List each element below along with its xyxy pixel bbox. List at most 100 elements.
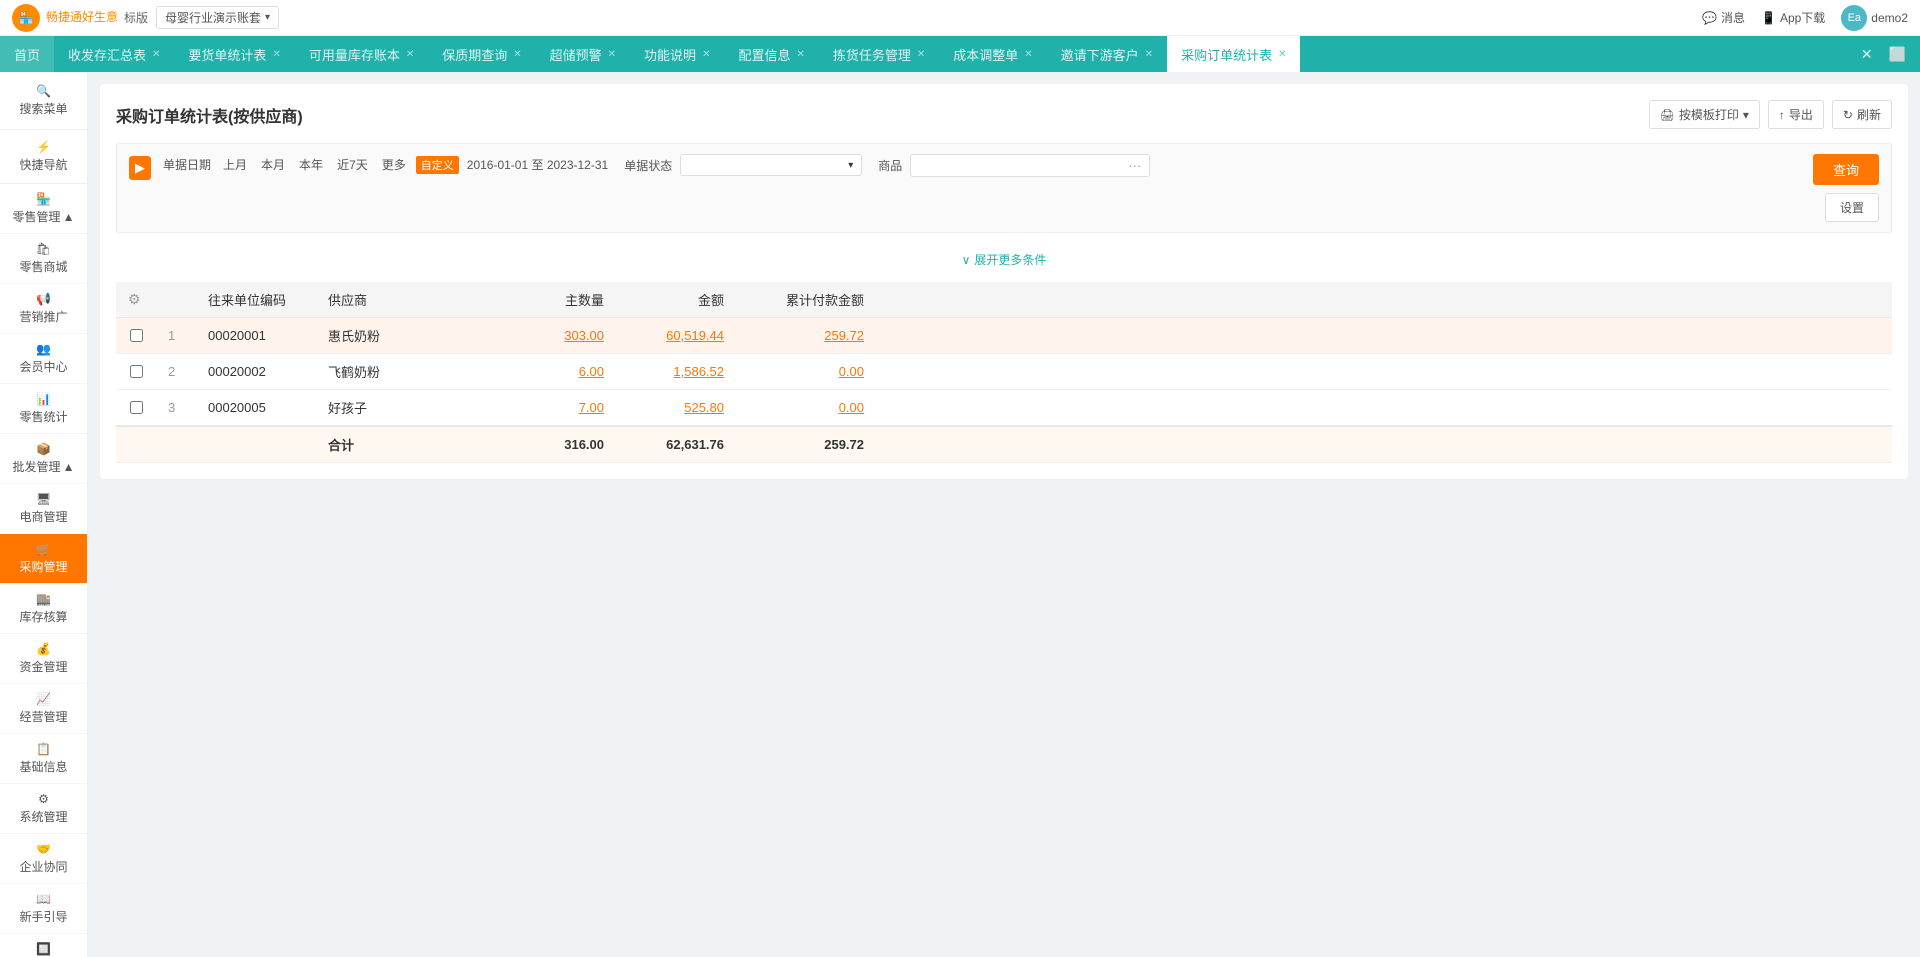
sidebar-search-btn[interactable]: 🔍 搜索菜单	[6, 80, 81, 121]
tab-baozhi[interactable]: 保质期查询 ✕	[428, 36, 535, 72]
row-qty-link-2[interactable]: 7.00	[579, 400, 604, 415]
close-tab-btn[interactable]: ✕	[1855, 44, 1879, 65]
sidebar-item-lingshoutongji[interactable]: 📊 零售统计	[0, 384, 87, 434]
sidebar-item-pifaguanli[interactable]: 📦 批发管理 ▲	[0, 434, 87, 484]
qiyexietong-icon: 🤝	[36, 842, 51, 856]
footer-empty-seq	[156, 426, 196, 463]
date-btn-shangyue[interactable]: 上月	[219, 154, 251, 175]
sidebar-item-jingyingguanli[interactable]: 📈 经营管理	[0, 684, 87, 734]
row-paid-link-1[interactable]: 0.00	[839, 364, 864, 379]
workspace-label: 母婴行业演示账套	[165, 9, 261, 26]
sidebar-item-yingyongzhongxin[interactable]: 🔲 应用中心	[0, 934, 87, 957]
col-seq	[156, 282, 196, 318]
tab-shoufa-close[interactable]: ✕	[152, 49, 160, 60]
sidebar-item-yingxiaotuiguang[interactable]: 📢 营销推广	[0, 284, 87, 334]
date-btn-gengduo[interactable]: 更多	[378, 154, 410, 175]
tab-peizhixinxi-close[interactable]: ✕	[796, 49, 804, 60]
sidebar-item-lingshouguanli-wrapper: 零售管理 ▲	[13, 208, 75, 225]
date-btn-benyue[interactable]: 本月	[257, 154, 289, 175]
row-seq-0: 1	[156, 318, 196, 354]
workspace-selector[interactable]: 母婴行业演示账套 ▾	[156, 6, 279, 29]
date-btn-bennian[interactable]: 本年	[295, 154, 327, 175]
row-amount-link-2[interactable]: 525.80	[684, 400, 724, 415]
tab-home[interactable]: 首页	[0, 36, 54, 72]
sidebar-quick-nav-btn[interactable]: ⚡ 快捷导航	[4, 136, 83, 177]
tab-chenbentiaozhen-close[interactable]: ✕	[1024, 49, 1032, 60]
col-amount-header: 金额	[616, 282, 736, 318]
logo-area: 🏪 畅捷通好生意 标版	[12, 4, 148, 32]
refresh-icon: ↻	[1843, 108, 1853, 122]
tab-caigoudinggdan-label: 采购订单统计表	[1181, 45, 1272, 64]
filter-toggle-btn[interactable]: ▶	[129, 156, 151, 180]
tab-chenbentiaozhen[interactable]: 成本调整单 ✕	[939, 36, 1046, 72]
row-qty-link-1[interactable]: 6.00	[579, 364, 604, 379]
date-btn-jin7tian[interactable]: 近7天	[333, 154, 372, 175]
sidebar-item-qiyexietong[interactable]: 🤝 企业协同	[0, 834, 87, 884]
app-download-btn[interactable]: 📱 App下载	[1761, 9, 1825, 26]
row-paid-link-0[interactable]: 259.72	[824, 328, 864, 343]
row-paid-2: 0.00	[736, 390, 876, 427]
tab-chaochuyujing[interactable]: 超储预警 ✕	[536, 36, 630, 72]
filter-right: 查询 设置	[1813, 154, 1879, 222]
tab-yaohuodan-close[interactable]: ✕	[272, 49, 280, 60]
tab-keyong-close[interactable]: ✕	[406, 49, 414, 60]
row-amount-link-1[interactable]: 1,586.52	[673, 364, 724, 379]
tab-zhihuorenwu[interactable]: 拣货任务管理 ✕	[819, 36, 939, 72]
sidebar-item-kucunhejue[interactable]: 🏬 库存核算	[0, 584, 87, 634]
sidebar-item-caigouguanli[interactable]: 🛒 采购管理	[0, 534, 87, 584]
refresh-btn[interactable]: ↻ 刷新	[1832, 100, 1892, 129]
status-filter-input[interactable]: ▾	[680, 154, 862, 176]
print-btn[interactable]: 🖨 按模板打印 ▾	[1649, 100, 1760, 129]
col-config[interactable]: ⚙	[116, 282, 156, 318]
sidebar-item-jichuXinxi[interactable]: 📋 基础信息	[0, 734, 87, 784]
tab-peizhixinxi[interactable]: 配置信息 ✕	[724, 36, 818, 72]
message-btn[interactable]: 💬 消息	[1702, 9, 1745, 26]
sidebar-item-zijinguanli[interactable]: 💰 资金管理	[0, 634, 87, 684]
tab-yaoqingxiayou[interactable]: 邀请下游客户 ✕	[1047, 36, 1167, 72]
tab-yaoqingxiayou-close[interactable]: ✕	[1145, 49, 1153, 60]
date-shortcuts: 上月 本月 本年 近7天 更多 自定义	[219, 154, 459, 175]
goods-search-input[interactable]: ···	[910, 154, 1150, 177]
tab-gongneng-close[interactable]: ✕	[702, 49, 710, 60]
tab-keyong[interactable]: 可用量库存账本 ✕	[295, 36, 428, 72]
expand-more-btn[interactable]: ∨ 展开更多条件	[962, 251, 1047, 268]
tab-shoufa[interactable]: 收发存汇总表 ✕	[54, 36, 174, 72]
status-input[interactable]	[689, 158, 844, 172]
row-check-2[interactable]	[116, 390, 156, 427]
row-check-1[interactable]	[116, 354, 156, 390]
sidebar-item-lingshouguanli[interactable]: 🏪 零售管理 ▲	[0, 184, 87, 234]
gear-icon[interactable]: ⚙	[128, 291, 141, 307]
row-paid-link-2[interactable]: 0.00	[839, 400, 864, 415]
row-qty-link-0[interactable]: 303.00	[564, 328, 604, 343]
expand-more-bar: ∨ 展开更多条件	[116, 245, 1892, 274]
tab-caigoudinggdan-close[interactable]: ✕	[1278, 49, 1286, 60]
top-bar-right: 💬 消息 📱 App下载 Ea demo2	[1702, 5, 1908, 31]
table-row[interactable]: 2 00020002 飞鹤奶粉 6.00 1,586.52 0.00	[116, 354, 1892, 390]
row-checkbox-0[interactable]	[130, 329, 143, 342]
row-checkbox-1[interactable]	[130, 365, 143, 378]
tab-baozhi-close[interactable]: ✕	[513, 49, 521, 60]
export-btn[interactable]: ↑ 导出	[1768, 100, 1824, 129]
query-btn[interactable]: 查询	[1813, 154, 1879, 185]
sidebar-item-xitongguanli[interactable]: ⚙ 系统管理	[0, 784, 87, 834]
row-amount-link-0[interactable]: 60,519.44	[666, 328, 724, 343]
expand-more-icon: ∨	[962, 253, 971, 267]
tab-chaochuyujing-close[interactable]: ✕	[608, 49, 616, 60]
fullscreen-btn[interactable]: ⬜	[1883, 44, 1912, 65]
row-check-0[interactable]	[116, 318, 156, 354]
table-row[interactable]: 3 00020005 好孩子 7.00 525.80 0.00	[116, 390, 1892, 427]
sidebar-item-xinshoudayin[interactable]: 📖 新手引导	[0, 884, 87, 934]
row-checkbox-2[interactable]	[130, 401, 143, 414]
sidebar-item-lingshoushangcheng[interactable]: 🛍 零售商城	[0, 234, 87, 284]
sidebar-item-dianshangguanli[interactable]: 🖥 电商管理	[0, 484, 87, 534]
tab-gongneng[interactable]: 功能说明 ✕	[630, 36, 724, 72]
table-row[interactable]: 1 00020001 惠氏奶粉 303.00 60,519.44 259.72	[116, 318, 1892, 354]
tab-caigoudinggdan[interactable]: 采购订单统计表 ✕	[1167, 36, 1300, 72]
sidebar-item-huiyuanzhongxin[interactable]: 👥 会员中心	[0, 334, 87, 384]
goods-search-more[interactable]: ···	[1128, 158, 1141, 173]
user-menu[interactable]: Ea demo2	[1841, 5, 1908, 31]
filter-settings-btn[interactable]: 设置	[1825, 193, 1879, 222]
tab-zhihuorenwu-close[interactable]: ✕	[917, 49, 925, 60]
goods-input[interactable]	[919, 159, 1124, 173]
tab-yaohuodan[interactable]: 要货单统计表 ✕	[174, 36, 294, 72]
